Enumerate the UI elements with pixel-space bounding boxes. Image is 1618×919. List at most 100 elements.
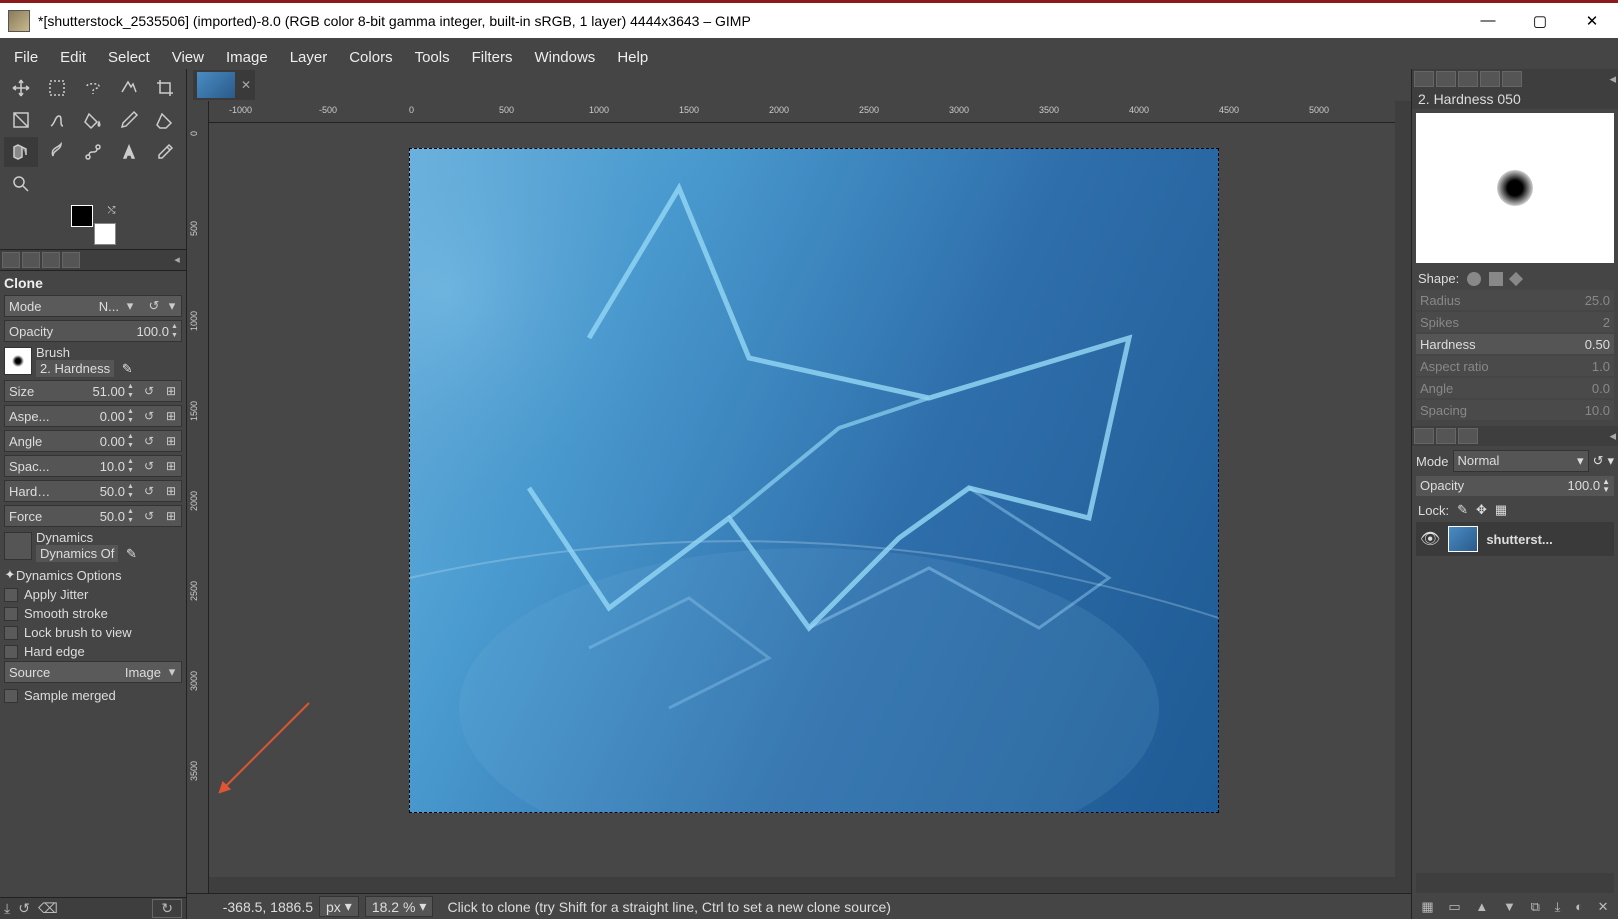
layer-name[interactable]: shutterst... — [1486, 532, 1552, 547]
zoom-select[interactable]: 18.2 %▾ — [365, 896, 434, 917]
tab-device-icon[interactable] — [22, 252, 40, 268]
tab-menu-icon[interactable]: ◂ — [1609, 428, 1616, 444]
menu-image[interactable]: Image — [216, 47, 278, 68]
tab-paths-icon[interactable] — [1458, 428, 1478, 444]
brush-angle-slider[interactable]: Angle0.0 — [1416, 378, 1614, 398]
brush-aspect-ratio-slider[interactable]: Aspect ratio1.0 — [1416, 356, 1614, 376]
hard-edge-check[interactable]: Hard edge — [4, 642, 182, 661]
new-layer-icon[interactable]: ▦ — [1421, 899, 1433, 915]
brush-hardness-slider[interactable]: Hardness0.50 — [1416, 334, 1614, 354]
color-picker-tool[interactable] — [148, 137, 182, 167]
maximize-button[interactable]: ▢ — [1514, 3, 1566, 38]
warp-tool[interactable] — [40, 105, 74, 135]
opacity-field[interactable]: Opacity 100.0 ▲▼ — [4, 320, 182, 342]
text-tool[interactable] — [112, 137, 146, 167]
path-tool[interactable] — [76, 137, 110, 167]
brush-edit-icon[interactable]: ✎ — [122, 361, 133, 376]
apply-jitter-check[interactable]: Apply Jitter — [4, 585, 182, 604]
eraser-tool[interactable] — [148, 105, 182, 135]
duplicate-layer-icon[interactable]: ⧉ — [1531, 899, 1540, 915]
new-group-icon[interactable]: ▭ — [1448, 899, 1460, 915]
sample-merged-check[interactable]: Sample merged — [4, 686, 182, 705]
hardn-field[interactable]: Hardn...50.0▲▼↺⊞ — [4, 480, 182, 502]
menu-view[interactable]: View — [162, 47, 214, 68]
zoom-tool[interactable] — [4, 169, 38, 199]
layer-nav-preview[interactable] — [1416, 873, 1614, 893]
delete-layer-icon[interactable]: ✕ — [1598, 899, 1609, 915]
lock-position-icon[interactable]: ✥ — [1476, 502, 1487, 518]
transform-tool[interactable] — [4, 105, 38, 135]
canvas[interactable] — [209, 123, 1395, 877]
menu-edit[interactable]: Edit — [50, 47, 96, 68]
brush-preview[interactable] — [4, 347, 32, 375]
tab-brushes-icon[interactable] — [1414, 71, 1434, 87]
free-select-tool[interactable] — [76, 73, 110, 103]
tab-tool-options-icon[interactable] — [2, 252, 20, 268]
tab-patterns-icon[interactable] — [1436, 71, 1456, 87]
aspe-field[interactable]: Aspe...0.00▲▼↺⊞ — [4, 405, 182, 427]
tab-layers-icon[interactable] — [1414, 428, 1434, 444]
spac-field[interactable]: Spac...10.0▲▼↺⊞ — [4, 455, 182, 477]
dynamics-edit-icon[interactable]: ✎ — [126, 546, 137, 561]
menu-windows[interactable]: Windows — [524, 47, 605, 68]
rect-select-tool[interactable] — [40, 73, 74, 103]
menu-colors[interactable]: Colors — [339, 47, 402, 68]
tab-channels-icon[interactable] — [1436, 428, 1456, 444]
mode-select[interactable]: Mode N... ▾ ↺ ▾ — [4, 295, 182, 317]
menu-select[interactable]: Select — [98, 47, 160, 68]
mask-layer-icon[interactable]: ◐ — [1575, 899, 1583, 915]
smudge-tool[interactable] — [40, 137, 74, 167]
layer-mode-select[interactable]: Normal▾ — [1453, 450, 1589, 472]
shape-circle-icon[interactable] — [1467, 272, 1481, 286]
crop-tool[interactable] — [148, 73, 182, 103]
angle-field[interactable]: Angle0.00▲▼↺⊞ — [4, 430, 182, 452]
delete-options-icon[interactable]: ⌫ — [38, 900, 58, 917]
dynamics-options-expander[interactable]: ✦Dynamics Options — [4, 565, 182, 585]
menu-file[interactable]: File — [4, 47, 48, 68]
menu-tools[interactable]: Tools — [405, 47, 460, 68]
brush-name[interactable]: 2. Hardness — [36, 360, 114, 377]
tab-editor-icon[interactable] — [1502, 71, 1522, 87]
clone-tool[interactable] — [4, 137, 38, 167]
layer-visibility-icon[interactable]: 👁 — [1420, 529, 1440, 549]
lock-alpha-icon[interactable]: ▦ — [1495, 502, 1507, 518]
layer-mode-switch-icon[interactable]: ↺ — [1593, 453, 1604, 469]
smooth-stroke-check[interactable]: Smooth stroke — [4, 604, 182, 623]
tab-history-icon[interactable] — [1480, 71, 1500, 87]
bucket-tool[interactable] — [76, 105, 110, 135]
restore-options-icon[interactable]: ↺ — [18, 900, 30, 917]
tab-history-icon[interactable] — [42, 252, 60, 268]
tab-images-icon[interactable] — [62, 252, 80, 268]
lock-pixels-icon[interactable]: ✎ — [1457, 502, 1468, 518]
tab-menu-icon[interactable]: ◂ — [170, 253, 184, 267]
menu-help[interactable]: Help — [607, 47, 658, 68]
brush-radius-slider[interactable]: Radius25.0 — [1416, 290, 1614, 310]
shape-square-icon[interactable] — [1489, 272, 1503, 286]
tab-fonts-icon[interactable] — [1458, 71, 1478, 87]
source-select[interactable]: Source Image ▾ — [4, 661, 182, 683]
image-tab[interactable]: ✕ — [193, 70, 255, 100]
image-tab-close-icon[interactable]: ✕ — [241, 78, 251, 92]
size-field[interactable]: Size51.00▲▼↺⊞ — [4, 380, 182, 402]
unit-select[interactable]: px▾ — [319, 896, 359, 917]
reset-options-icon[interactable]: ↻ — [152, 899, 182, 918]
dynamics-name[interactable]: Dynamics Of — [36, 545, 118, 562]
horizontal-scrollbar[interactable] — [209, 877, 1395, 893]
minimize-button[interactable]: — — [1462, 3, 1514, 38]
force-field[interactable]: Force50.0▲▼↺⊞ — [4, 505, 182, 527]
layer-item[interactable]: 👁 shutterst... — [1416, 522, 1614, 556]
move-tool[interactable] — [4, 73, 38, 103]
tab-menu-icon[interactable]: ◂ — [1609, 71, 1616, 87]
layer-opacity-field[interactable]: Opacity 100.0 ▲▼ — [1416, 476, 1614, 496]
vertical-scrollbar[interactable] — [1395, 101, 1411, 893]
brush-spikes-slider[interactable]: Spikes2 — [1416, 312, 1614, 332]
dynamics-preview[interactable] — [4, 532, 32, 560]
save-options-icon[interactable]: ⤓ — [4, 900, 10, 917]
fuzzy-select-tool[interactable] — [112, 73, 146, 103]
lower-layer-icon[interactable]: ▼ — [1503, 899, 1516, 915]
pencil-tool[interactable] — [112, 105, 146, 135]
menu-filters[interactable]: Filters — [462, 47, 523, 68]
fg-bg-colors[interactable]: ⤭ — [71, 205, 116, 245]
close-button[interactable]: ✕ — [1566, 3, 1618, 38]
raise-layer-icon[interactable]: ▲ — [1475, 899, 1488, 915]
